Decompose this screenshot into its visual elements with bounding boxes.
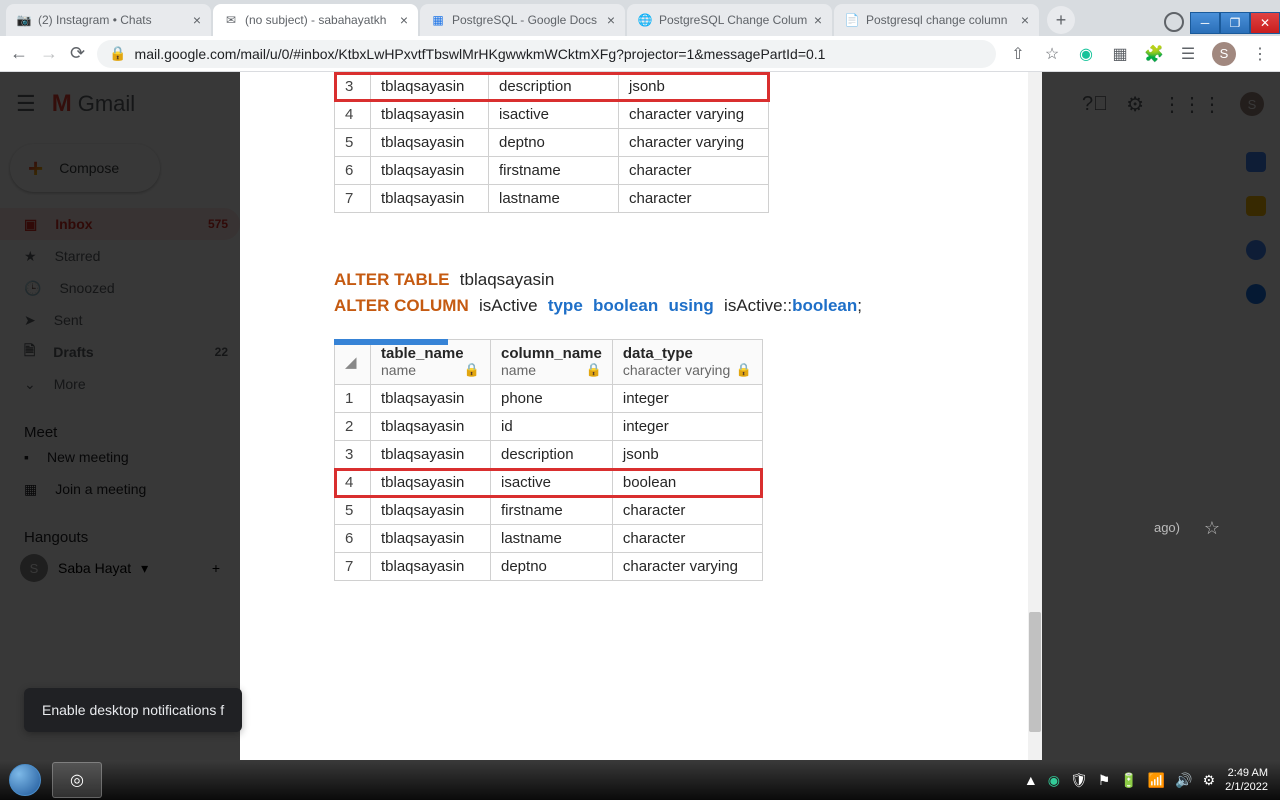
table-row: 7tblaqsayasinlastnamecharacter	[335, 185, 769, 213]
volume-icon[interactable]: 🔊	[1175, 772, 1192, 789]
clock-date: 2/1/2022	[1225, 780, 1268, 794]
table-row: 6tblaqsayasinfirstnamecharacter	[335, 157, 769, 185]
close-icon[interactable]: ×	[193, 12, 201, 28]
extension-icon[interactable]: ▦	[1110, 44, 1130, 64]
close-icon[interactable]: ×	[607, 12, 615, 28]
url-text: mail.google.com/mail/u/0/#inbox/KtbxLwHP…	[135, 46, 826, 62]
table-row: 5tblaqsayasindeptnocharacter varying	[335, 129, 769, 157]
tray-icon[interactable]: 🔋	[1120, 772, 1137, 789]
menu-icon[interactable]: ⋮	[1250, 44, 1270, 64]
result-table-wrapper: ◢table_namename🔒column_namename🔒data_typ…	[334, 339, 763, 581]
scrollbar-thumb[interactable]	[1029, 612, 1041, 732]
back-icon[interactable]: ←	[10, 43, 28, 64]
reload-icon[interactable]: ⟳	[70, 43, 85, 64]
lock-icon: 🔒	[464, 362, 480, 378]
star-message-icon[interactable]: ☆	[1204, 518, 1220, 539]
system-tray: ▲ ◉ 🛡 ⚑ 🔋 📶 🔊 ⚙ 2:49 AM 2/1/2022	[1024, 766, 1280, 794]
start-button[interactable]	[0, 760, 50, 800]
table-row: 1tblaqsayasinphoneinteger	[335, 385, 763, 413]
profile-avatar[interactable]: S	[1212, 42, 1236, 66]
table-row: 7tblaqsayasindeptnocharacter varying	[335, 553, 763, 581]
gmail-icon: ✉	[223, 12, 239, 28]
chrome-profile-icon[interactable]	[1164, 12, 1184, 32]
new-tab-button[interactable]: +	[1047, 6, 1075, 34]
tab-title: PostgreSQL - Google Docs	[452, 13, 601, 27]
notification-toast[interactable]: Enable desktop notifications f	[24, 688, 242, 732]
table-row: 6tblaqsayasinlastnamecharacter	[335, 525, 763, 553]
clock-time: 2:49 AM	[1225, 766, 1268, 780]
taskbar: ◎ ▲ ◉ 🛡 ⚑ 🔋 📶 🔊 ⚙ 2:49 AM 2/1/2022	[0, 760, 1280, 800]
tray-icon[interactable]: 🛡	[1070, 772, 1088, 789]
page-icon: 🌐	[637, 12, 653, 28]
tray-icon[interactable]: ◉	[1048, 772, 1060, 789]
close-icon[interactable]: ×	[1021, 12, 1029, 28]
reading-list-icon[interactable]: ☰	[1178, 44, 1198, 64]
maximize-button[interactable]: ❐	[1220, 12, 1250, 34]
tab-postgres1[interactable]: 🌐 PostgreSQL Change Colum ×	[627, 4, 832, 36]
grammarly-icon[interactable]: ◉	[1076, 44, 1096, 64]
window-controls: ─ ❐ ✕	[1190, 12, 1280, 34]
chrome-taskbar[interactable]: ◎	[52, 762, 102, 798]
table-row: 4tblaqsayasinisactiveboolean	[335, 469, 763, 497]
close-icon[interactable]: ×	[814, 12, 822, 28]
tab-gmail[interactable]: ✉ (no subject) - sabahayatkh ×	[213, 4, 418, 36]
result-table-after: ◢table_namename🔒column_namename🔒data_typ…	[334, 339, 763, 581]
scrollbar[interactable]	[1028, 72, 1042, 760]
close-icon[interactable]: ×	[400, 12, 408, 28]
browser-tab-bar: 📷 (2) Instagram • Chats × ✉ (no subject)…	[0, 0, 1280, 36]
tray-icon[interactable]: ▲	[1024, 772, 1038, 788]
url-input[interactable]: 🔒 mail.google.com/mail/u/0/#inbox/KtbxLw…	[97, 40, 996, 68]
attachment-viewer: 3tblaqsayasindescriptionjsonb4tblaqsayas…	[240, 72, 1042, 760]
install-icon[interactable]: ⇧	[1008, 44, 1028, 64]
forward-icon[interactable]: →	[40, 43, 58, 64]
tab-title: (2) Instagram • Chats	[38, 13, 187, 27]
sql-code: ALTER TABLE tblaqsayasin ALTER COLUMN is…	[334, 267, 1042, 319]
network-icon[interactable]: 📶	[1148, 772, 1165, 789]
table-row: 3tblaqsayasindescriptionjsonb	[335, 441, 763, 469]
table-row: 5tblaqsayasinfirstnamecharacter	[335, 497, 763, 525]
lock-icon: 🔒	[586, 362, 602, 378]
gdocs-icon: ▦	[430, 12, 446, 28]
tray-icon[interactable]: ⚑	[1098, 772, 1111, 789]
page-icon: 📄	[844, 12, 860, 28]
toolbar-icons: ⇧ ☆ ◉ ▦ 🧩 ☰ S ⋮	[1008, 42, 1270, 66]
star-icon[interactable]: ☆	[1042, 44, 1062, 64]
instagram-icon: 📷	[16, 12, 32, 28]
lock-icon: 🔒	[736, 362, 752, 378]
extensions-icon[interactable]: 🧩	[1144, 44, 1164, 64]
active-tab-indicator	[334, 339, 448, 345]
tab-title: PostgreSQL Change Colum	[659, 13, 808, 27]
tab-instagram[interactable]: 📷 (2) Instagram • Chats ×	[6, 4, 211, 36]
tab-gdocs[interactable]: ▦ PostgreSQL - Google Docs ×	[420, 4, 625, 36]
table-row: 2tblaqsayasinidinteger	[335, 413, 763, 441]
table-header-row: ◢table_namename🔒column_namename🔒data_typ…	[335, 340, 763, 385]
tab-title: (no subject) - sabahayatkh	[245, 13, 394, 27]
tab-postgres2[interactable]: 📄 Postgresql change column ×	[834, 4, 1039, 36]
close-button[interactable]: ✕	[1250, 12, 1280, 34]
result-table-before: 3tblaqsayasindescriptionjsonb4tblaqsayas…	[334, 72, 769, 213]
tray-icon[interactable]: ⚙	[1203, 772, 1216, 789]
address-bar: ← → ⟳ 🔒 mail.google.com/mail/u/0/#inbox/…	[0, 36, 1280, 72]
tab-title: Postgresql change column	[866, 13, 1015, 27]
table-row: 3tblaqsayasindescriptionjsonb	[335, 73, 769, 101]
message-time: ago)	[1154, 520, 1180, 535]
table-row: 4tblaqsayasinisactivecharacter varying	[335, 101, 769, 129]
minimize-button[interactable]: ─	[1190, 12, 1220, 34]
windows-icon	[9, 764, 41, 796]
clock[interactable]: 2:49 AM 2/1/2022	[1225, 766, 1268, 794]
lock-icon: 🔒	[109, 45, 126, 62]
